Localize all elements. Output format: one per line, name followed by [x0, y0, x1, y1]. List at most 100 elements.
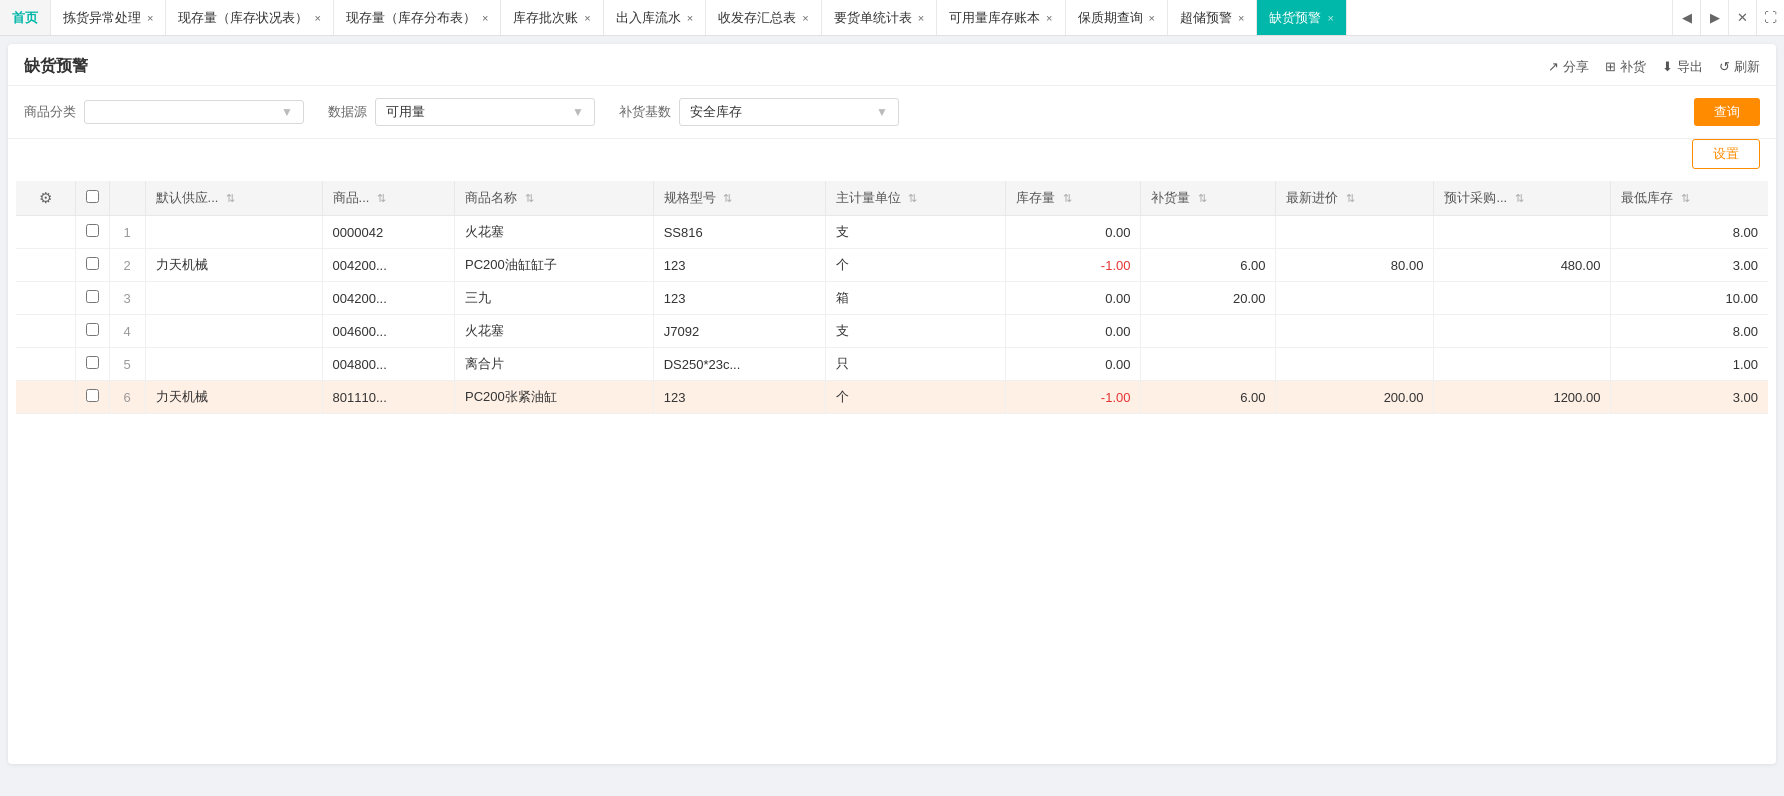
col-estimated-purchase-header[interactable]: 预计采购... ⇅ — [1434, 181, 1611, 216]
col-min-stock-header[interactable]: 最低库存 ⇅ — [1611, 181, 1768, 216]
row-checkbox-cell[interactable] — [75, 249, 109, 282]
tab-prev-button[interactable]: ◀ — [1672, 0, 1700, 36]
row-min-stock: 8.00 — [1611, 315, 1768, 348]
row-checkbox-5[interactable] — [86, 389, 99, 402]
tab-label: 库存批次账 — [513, 9, 578, 27]
tab-defect-proc[interactable]: 拣货异常处理 × — [51, 0, 166, 35]
row-checkbox-1[interactable] — [86, 257, 99, 270]
export-button[interactable]: ⬇ 导出 — [1662, 58, 1703, 76]
gear-icon[interactable]: ⚙ — [39, 189, 52, 206]
tab-overstock-warn[interactable]: 超储预警 × — [1168, 0, 1257, 35]
row-replenish-qty: 20.00 — [1141, 282, 1276, 315]
row-checkbox-2[interactable] — [86, 290, 99, 303]
category-filter-group: 商品分类 ▼ — [24, 100, 304, 124]
select-all-checkbox[interactable] — [86, 190, 99, 203]
col-product-name-header[interactable]: 商品名称 ⇅ — [455, 181, 654, 216]
row-spec: 123 — [653, 249, 825, 282]
tab-label: 保质期查询 — [1078, 9, 1143, 27]
tab-label: 现存量（库存分布表） — [346, 9, 476, 27]
replenish-basis-select[interactable]: 安全库存 ▼ — [679, 98, 899, 126]
tab-close-inventory-dist[interactable]: × — [482, 12, 488, 24]
query-button[interactable]: 查询 — [1694, 98, 1760, 126]
tab-close-batch-account[interactable]: × — [584, 12, 590, 24]
tab-home[interactable]: 首页 — [0, 0, 51, 35]
sort-icon-code: ⇅ — [377, 192, 386, 205]
sort-icon-price: ⇅ — [1346, 192, 1355, 205]
replenish-button[interactable]: ⊞ 补货 — [1605, 58, 1646, 76]
row-min-stock: 1.00 — [1611, 348, 1768, 381]
row-checkbox-4[interactable] — [86, 356, 99, 369]
tab-close-receive-summary[interactable]: × — [802, 12, 808, 24]
row-min-stock: 3.00 — [1611, 249, 1768, 282]
setting-button[interactable]: 设置 — [1692, 139, 1760, 169]
tab-close-overstock-warn[interactable]: × — [1238, 12, 1244, 24]
row-checkbox-cell[interactable] — [75, 381, 109, 414]
replenish-basis-value: 安全库存 — [690, 103, 742, 121]
tab-close-order-stats[interactable]: × — [918, 12, 924, 24]
tab-batch-account[interactable]: 库存批次账 × — [501, 0, 603, 35]
refresh-button[interactable]: ↺ 刷新 — [1719, 58, 1760, 76]
col-replenish-qty-header[interactable]: 补货量 ⇅ — [1141, 181, 1276, 216]
tab-receive-summary[interactable]: 收发存汇总表 × — [706, 0, 821, 35]
sort-icon-supplier: ⇅ — [226, 192, 235, 205]
tab-bar: 首页 拣货异常处理 × 现存量（库存状况表） × 现存量（库存分布表） × 库存… — [0, 0, 1784, 36]
tab-inout-flow[interactable]: 出入库流水 × — [604, 0, 706, 35]
tab-close-defect-proc[interactable]: × — [147, 12, 153, 24]
row-product-name: 火花塞 — [455, 216, 654, 249]
row-estimated-purchase — [1434, 315, 1611, 348]
row-spec: 123 — [653, 381, 825, 414]
row-checkbox-cell[interactable] — [75, 216, 109, 249]
header-actions: ↗ 分享 ⊞ 补货 ⬇ 导出 ↺ 刷新 — [1548, 58, 1760, 76]
datasource-value: 可用量 — [386, 103, 425, 121]
row-stock: 0.00 — [1006, 315, 1141, 348]
share-button[interactable]: ↗ 分享 — [1548, 58, 1589, 76]
tab-next-button[interactable]: ▶ — [1700, 0, 1728, 36]
row-checkbox-cell[interactable] — [75, 348, 109, 381]
table-row: 6 力天机械 801110... PC200张紧油缸 123 个 -1.00 6… — [16, 381, 1768, 414]
row-product-code: 004600... — [322, 315, 455, 348]
row-min-stock: 8.00 — [1611, 216, 1768, 249]
tab-close-shortage-warn[interactable]: × — [1327, 12, 1333, 24]
tab-close-expiry-query[interactable]: × — [1149, 12, 1155, 24]
category-select[interactable]: ▼ — [84, 100, 304, 124]
col-checkbox-header[interactable] — [75, 181, 109, 216]
sort-icon-stock: ⇅ — [1063, 192, 1072, 205]
tab-close-inout-flow[interactable]: × — [687, 12, 693, 24]
tab-inventory-status[interactable]: 现存量（库存状况表） × — [166, 0, 333, 35]
tab-fullscreen-button[interactable]: ⛶ — [1756, 0, 1784, 36]
col-settings[interactable]: ⚙ — [16, 181, 75, 216]
replenish-label: 补货 — [1620, 58, 1646, 76]
row-checkbox-3[interactable] — [86, 323, 99, 336]
col-spec-header[interactable]: 规格型号 ⇅ — [653, 181, 825, 216]
row-checkbox-cell[interactable] — [75, 315, 109, 348]
row-product-code: 801110... — [322, 381, 455, 414]
sort-icon-replenish: ⇅ — [1198, 192, 1207, 205]
tab-close-all-button[interactable]: ✕ — [1728, 0, 1756, 36]
row-checkbox-0[interactable] — [86, 224, 99, 237]
row-product-name: PC200油缸缸子 — [455, 249, 654, 282]
row-settings-cell — [16, 315, 75, 348]
col-product-code-header[interactable]: 商品... ⇅ — [322, 181, 455, 216]
datasource-select[interactable]: 可用量 ▼ — [375, 98, 595, 126]
replenish-basis-filter-group: 补货基数 安全库存 ▼ — [619, 98, 899, 126]
tab-expiry-query[interactable]: 保质期查询 × — [1066, 0, 1168, 35]
col-num-header — [109, 181, 145, 216]
tab-shortage-warn[interactable]: 缺货预警 × — [1257, 0, 1346, 35]
col-latest-price-header[interactable]: 最新进价 ⇅ — [1276, 181, 1434, 216]
table-row: 2 力天机械 004200... PC200油缸缸子 123 个 -1.00 6… — [16, 249, 1768, 282]
tab-label: 现存量（库存状况表） — [178, 9, 308, 27]
row-unit: 支 — [825, 315, 1006, 348]
row-default-supplier — [145, 216, 322, 249]
row-product-code: 004800... — [322, 348, 455, 381]
row-min-stock: 3.00 — [1611, 381, 1768, 414]
share-icon: ↗ — [1548, 59, 1559, 74]
tab-close-available-ledger[interactable]: × — [1046, 12, 1052, 24]
tab-close-inventory-status[interactable]: × — [314, 12, 320, 24]
col-unit-header[interactable]: 主计量单位 ⇅ — [825, 181, 1006, 216]
tab-available-ledger[interactable]: 可用量库存账本 × — [937, 0, 1065, 35]
col-default-supplier-header[interactable]: 默认供应... ⇅ — [145, 181, 322, 216]
row-checkbox-cell[interactable] — [75, 282, 109, 315]
tab-order-stats[interactable]: 要货单统计表 × — [822, 0, 937, 35]
tab-inventory-dist[interactable]: 现存量（库存分布表） × — [334, 0, 501, 35]
col-stock-header[interactable]: 库存量 ⇅ — [1006, 181, 1141, 216]
